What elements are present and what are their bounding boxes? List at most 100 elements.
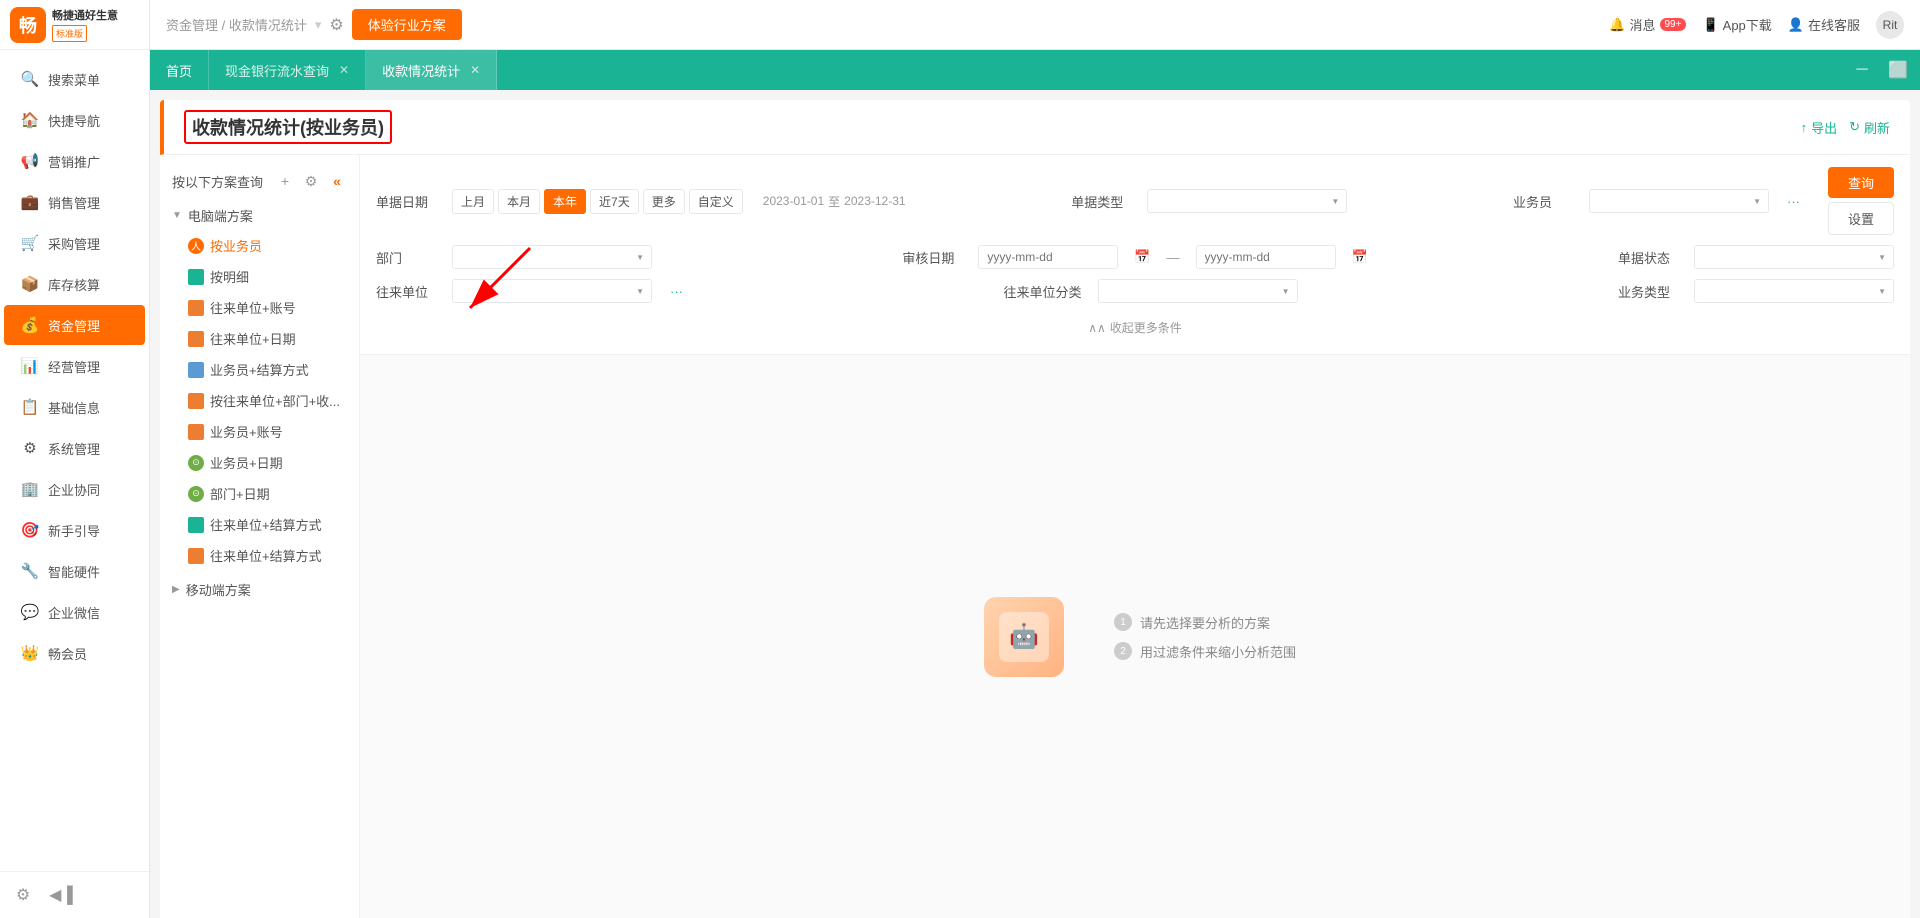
refresh-btn[interactable]: ↻ 刷新 (1849, 118, 1890, 137)
sidebar-item-member[interactable]: 👑 畅会员 (4, 633, 145, 673)
doc-status-select-wrap (1694, 245, 1894, 269)
export-btn[interactable]: ↑ 导出 (1801, 118, 1838, 137)
salesman-more-btn[interactable]: ··· (1787, 194, 1800, 209)
notification-btn[interactable]: 🔔 消息 99+ (1609, 15, 1686, 34)
tab-minimize-btn[interactable]: ─ (1848, 56, 1876, 84)
page-actions: ↑ 导出 ↻ 刷新 (1801, 118, 1890, 137)
collapse-btn[interactable]: ∧∧ 收起更多条件 (1082, 313, 1188, 342)
sidebar-item-guide[interactable]: 🎯 新手引导 (4, 510, 145, 550)
sidebar-item-marketing[interactable]: 📢 营销推广 (4, 141, 145, 181)
empty-step-2: 2 用过滤条件来缩小分析范围 (1114, 642, 1296, 661)
purchase-icon: 🛒 (20, 233, 40, 253)
user-avatar[interactable]: Rit (1876, 11, 1904, 39)
panel-header: 按以下方案查询 + ⚙ « (160, 165, 359, 197)
scheme-icon-ps2 (188, 548, 204, 564)
review-date-from[interactable] (978, 245, 1118, 269)
partner-select-wrap (452, 279, 652, 303)
doc-status-select[interactable] (1694, 245, 1894, 269)
trial-button[interactable]: 体验行业方案 (352, 9, 462, 40)
setup-button[interactable]: 设置 (1828, 202, 1894, 235)
scheme-dept-date[interactable]: ⊙ 部门+日期 (160, 478, 359, 509)
sidebar-item-hardware[interactable]: 🔧 智能硬件 (4, 551, 145, 591)
sidebar-item-inventory[interactable]: 📦 库存核算 (4, 264, 145, 304)
scheme-icon-pdept (188, 393, 204, 409)
sidebar-item-operation[interactable]: 📊 经营管理 (4, 346, 145, 386)
partner-category-label: 往来单位分类 (1004, 282, 1082, 301)
business-type-label: 业务类型 (1618, 282, 1678, 301)
export-icon: ↑ (1801, 120, 1808, 135)
collapse-area: ∧∧ 收起更多条件 (376, 313, 1894, 342)
sales-icon: 💼 (20, 192, 40, 212)
logo-icon: 畅 (10, 7, 46, 43)
doc-type-select-wrap (1147, 189, 1347, 213)
date-to: 2023-12-31 (844, 194, 905, 208)
query-button[interactable]: 查询 (1828, 167, 1894, 198)
tab-home[interactable]: 首页 (150, 50, 209, 90)
sidebar-item-corp[interactable]: 🏢 企业协同 (4, 469, 145, 509)
refresh-icon: ↻ (1849, 119, 1860, 135)
scheme-by-salesman[interactable]: 人 按业务员 (160, 230, 359, 261)
scheme-salesman-settle[interactable]: 业务员+结算方式 (160, 354, 359, 385)
scheme-partner-account[interactable]: 往来单位+账号 (160, 292, 359, 323)
tab-maximize-btn[interactable]: ⬜ (1884, 56, 1912, 84)
scheme-partner-settle1[interactable]: 往来单位+结算方式 (160, 509, 359, 540)
date-last7[interactable]: 近7天 (590, 189, 639, 214)
date-prev-month[interactable]: 上月 (452, 189, 494, 214)
tab-bar: 首页 现金银行流水查询 ✕ 收款情况统计 ✕ ─ ⬜ (150, 50, 1920, 90)
topbar-settings-icon[interactable]: ⚙ (329, 15, 343, 35)
sidebar-item-search[interactable]: 🔍 搜索菜单 (4, 59, 145, 99)
sidebar-item-purchase[interactable]: 🛒 采购管理 (4, 223, 145, 263)
scheme-partner-settle2[interactable]: 往来单位+结算方式 (160, 540, 359, 571)
scheme-salesman-account[interactable]: 业务员+账号 (160, 416, 359, 447)
review-date-to[interactable] (1196, 245, 1336, 269)
scheme-group-mobile-header[interactable]: ▶ 移动端方案 (160, 575, 359, 604)
salesman-select[interactable] (1589, 189, 1769, 213)
tab-home-label: 首页 (166, 61, 192, 80)
partner-select[interactable] (452, 279, 652, 303)
sidebar-item-quicknav[interactable]: 🏠 快捷导航 (4, 100, 145, 140)
scheme-salesman-date[interactable]: ⊙ 业务员+日期 (160, 447, 359, 478)
tab-collect[interactable]: 收款情况统计 ✕ (366, 50, 497, 90)
sidebar-item-sales[interactable]: 💼 销售管理 (4, 182, 145, 222)
robot-face: 🤖 (999, 612, 1049, 662)
partner-more-btn[interactable]: ··· (670, 284, 683, 299)
business-type-select[interactable] (1694, 279, 1894, 303)
empty-illustration: 🤖 (974, 587, 1074, 687)
scheme-partner-date[interactable]: 往来单位+日期 (160, 323, 359, 354)
sidebar-item-wechat[interactable]: 💬 企业微信 (4, 592, 145, 632)
tab-bank-close[interactable]: ✕ (339, 63, 349, 77)
scheme-collapse-btn[interactable]: « (327, 171, 347, 191)
add-scheme-btn[interactable]: + (275, 171, 295, 191)
calendar-from-icon[interactable]: 📅 (1134, 249, 1150, 265)
dept-select[interactable] (452, 245, 652, 269)
app-download-btn[interactable]: 📱 App下载 (1702, 15, 1771, 34)
scheme-group-desktop-header[interactable]: ▼ 电脑端方案 (160, 201, 359, 230)
tab-collect-close[interactable]: ✕ (470, 63, 480, 77)
step1-num: 1 (1114, 613, 1132, 631)
online-service-btn[interactable]: 👤 在线客服 (1788, 15, 1860, 34)
sidebar-item-system[interactable]: ⚙ 系统管理 (4, 428, 145, 468)
date-this-year[interactable]: 本年 (544, 189, 586, 214)
member-icon: 👑 (20, 643, 40, 663)
sidebar-collapse-btn[interactable]: ◀▐ (46, 880, 76, 910)
scheme-by-detail[interactable]: 按明细 (160, 261, 359, 292)
sidebar-item-finance[interactable]: 💰 资金管理 (4, 305, 145, 345)
collapse-icon: ∧∧ (1088, 321, 1106, 335)
doc-type-select[interactable] (1147, 189, 1347, 213)
notification-label: 消息 (1629, 15, 1655, 34)
topbar: 资金管理 / 收款情况统计 ▾ ⚙ 体验行业方案 🔔 消息 99+ 📱 App下… (150, 0, 1920, 50)
tab-bank[interactable]: 现金银行流水查询 ✕ (209, 50, 366, 90)
sidebar-nav: 🔍 搜索菜单 🏠 快捷导航 📢 营销推广 💼 销售管理 🛒 采购管理 📦 库存核… (0, 50, 149, 871)
date-this-month[interactable]: 本月 (498, 189, 540, 214)
sidebar-settings-btn[interactable]: ⚙ (8, 880, 38, 910)
scheme-settings-btn[interactable]: ⚙ (301, 171, 321, 191)
page-title-highlight: 收款情况统计(按业务员) (184, 110, 392, 144)
panel-header-actions: + ⚙ « (275, 171, 347, 191)
sidebar-item-basic[interactable]: 📋 基础信息 (4, 387, 145, 427)
calendar-to-icon[interactable]: 📅 (1352, 249, 1368, 265)
partner-category-select[interactable] (1098, 279, 1298, 303)
date-custom[interactable]: 自定义 (689, 189, 743, 214)
topbar-right: 🔔 消息 99+ 📱 App下载 👤 在线客服 Rit (1609, 11, 1904, 39)
scheme-partner-dept[interactable]: 按往来单位+部门+收... (160, 385, 359, 416)
date-more[interactable]: 更多 (643, 189, 685, 214)
